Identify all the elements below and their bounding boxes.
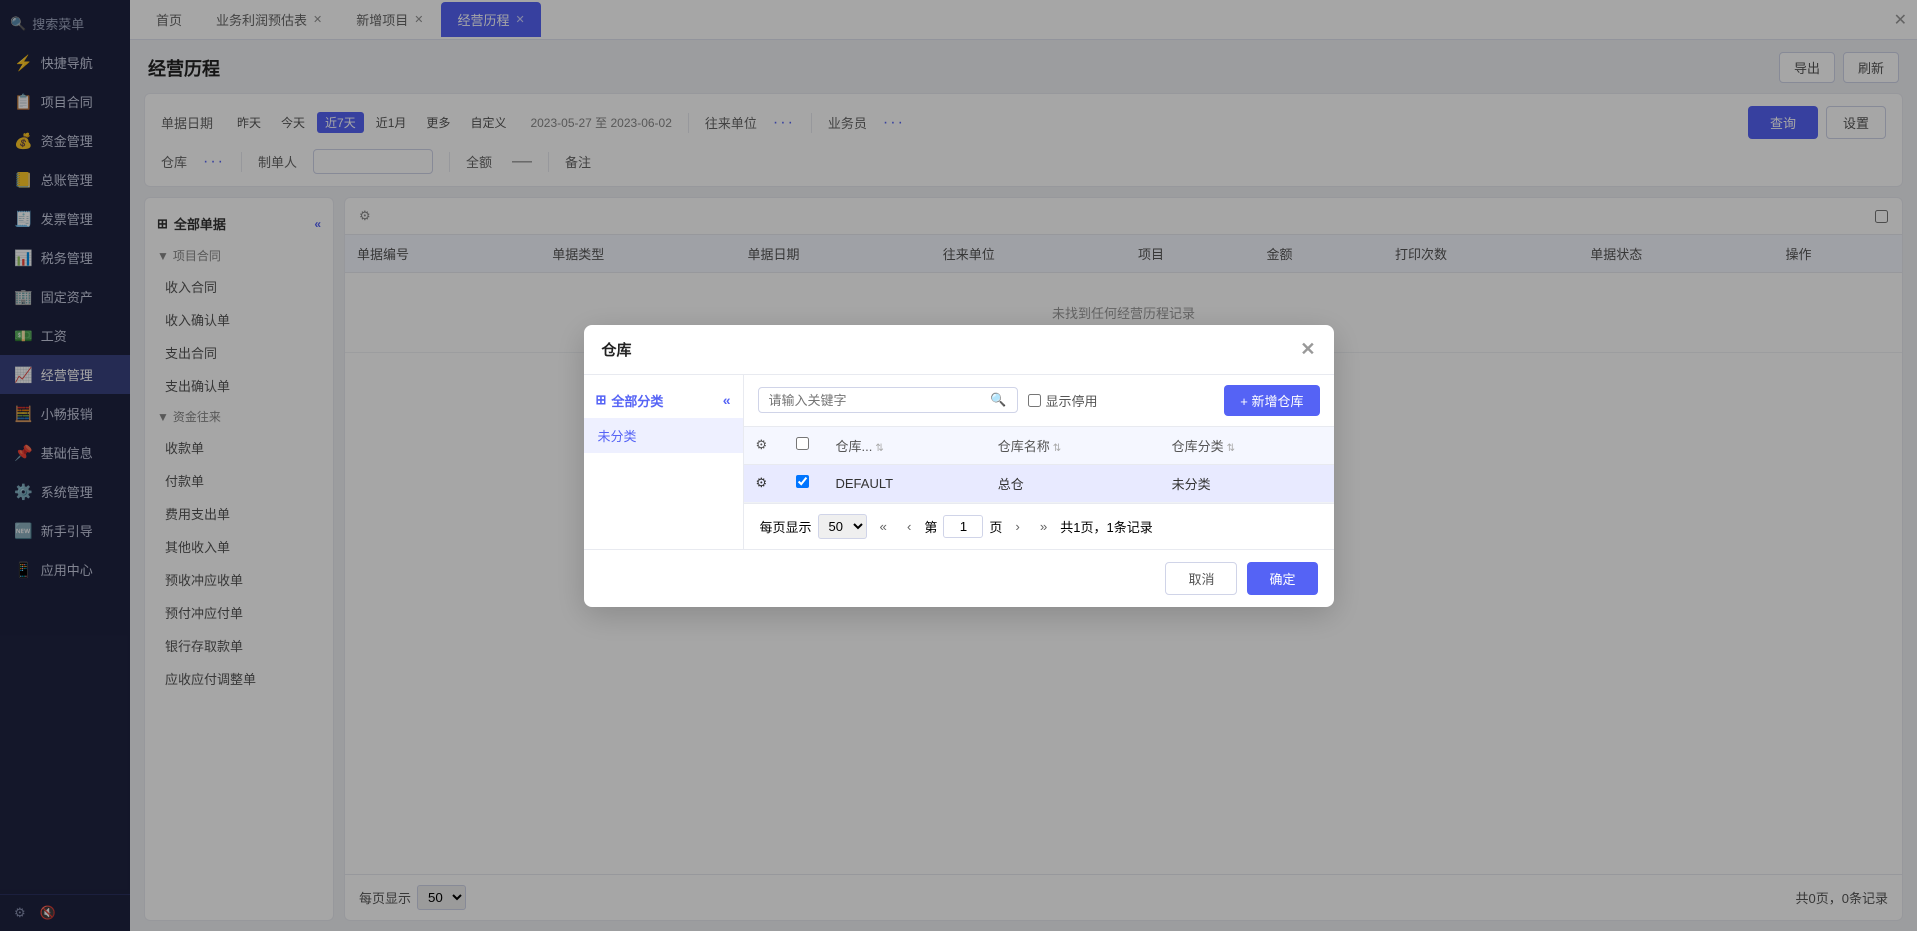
modal-col-name: 仓库名称⇅ (986, 427, 1160, 465)
modal-action-area: 取消 确定 (584, 549, 1334, 607)
modal-pagination: 每页显示 50 « ‹ 第 页 › » 共1页，1条记录 (760, 514, 1153, 539)
row-checkbox (784, 464, 824, 502)
modal-cat-unclassified[interactable]: 未分类 (584, 418, 743, 453)
modal-col-code: 仓库...⇅ (824, 427, 986, 465)
modal-next-page[interactable]: › (1008, 516, 1026, 537)
modal-collapse-toggle[interactable]: « (723, 392, 731, 408)
modal-footer: 每页显示 50 « ‹ 第 页 › » 共1页，1条记录 (744, 503, 1334, 549)
modal-col-category: 仓库分类⇅ (1160, 427, 1334, 465)
modal-left-header: ⊞ 全部分类 « (584, 383, 743, 418)
modal-per-page-select[interactable]: 50 (818, 514, 867, 539)
row-name: 总仓 (986, 464, 1160, 502)
modal-col-settings: ⚙ (744, 427, 784, 465)
modal-table: ⚙ 仓库...⇅ 仓库名称⇅ (744, 427, 1334, 503)
modal-table-row[interactable]: ⚙ DEFAULT 总仓 未分类 (744, 464, 1334, 502)
modal-total-info: 共1页，1条记录 (1060, 517, 1152, 536)
warehouse-modal: 仓库 ✕ ⊞ 全部分类 « 未分类 (584, 325, 1334, 607)
modal-select-all[interactable] (796, 437, 809, 450)
add-warehouse-button[interactable]: + 新增仓库 (1224, 385, 1319, 416)
show-disabled-checkbox[interactable] (1028, 394, 1041, 407)
show-disabled-label[interactable]: 显示停用 (1028, 391, 1098, 410)
modal-page-input[interactable] (943, 515, 983, 538)
modal-search-input[interactable] (769, 393, 987, 408)
modal-right-panel: 🔍 显示停用 + 新增仓库 ⚙ (744, 375, 1334, 549)
modal-first-page[interactable]: « (873, 516, 894, 537)
row-settings: ⚙ (744, 464, 784, 502)
modal-all-label[interactable]: 全部分类 (611, 391, 663, 410)
modal-body: ⊞ 全部分类 « 未分类 🔍 (584, 375, 1334, 549)
modal-category-list: 未分类 (584, 418, 743, 541)
modal-search-icon: 🔍 (990, 392, 1006, 408)
row-category: 未分类 (1160, 464, 1334, 502)
modal-title: 仓库 (602, 339, 632, 360)
sort-category-icon: ⇅ (1227, 443, 1235, 454)
modal-prev-page[interactable]: ‹ (900, 516, 918, 537)
modal-close-button[interactable]: ✕ (1300, 339, 1315, 360)
row-select-checkbox[interactable] (796, 475, 809, 488)
modal-cancel-button[interactable]: 取消 (1165, 562, 1237, 595)
modal-toolbar: 🔍 显示停用 + 新增仓库 (744, 375, 1334, 427)
modal-header: 仓库 ✕ (584, 325, 1334, 375)
modal-col-checkbox (784, 427, 824, 465)
modal-left-panel: ⊞ 全部分类 « 未分类 (584, 375, 744, 549)
modal-overlay[interactable]: 仓库 ✕ ⊞ 全部分类 « 未分类 (0, 0, 1917, 931)
row-code: DEFAULT (824, 464, 986, 502)
modal-confirm-button[interactable]: 确定 (1247, 562, 1317, 595)
modal-table-area: ⚙ 仓库...⇅ 仓库名称⇅ (744, 427, 1334, 503)
sort-code-icon: ⇅ (875, 443, 883, 454)
sort-name-icon: ⇅ (1053, 443, 1061, 454)
modal-search-box: 🔍 (758, 387, 1018, 413)
modal-grid-icon: ⊞ (596, 392, 607, 408)
modal-last-page[interactable]: » (1033, 516, 1054, 537)
